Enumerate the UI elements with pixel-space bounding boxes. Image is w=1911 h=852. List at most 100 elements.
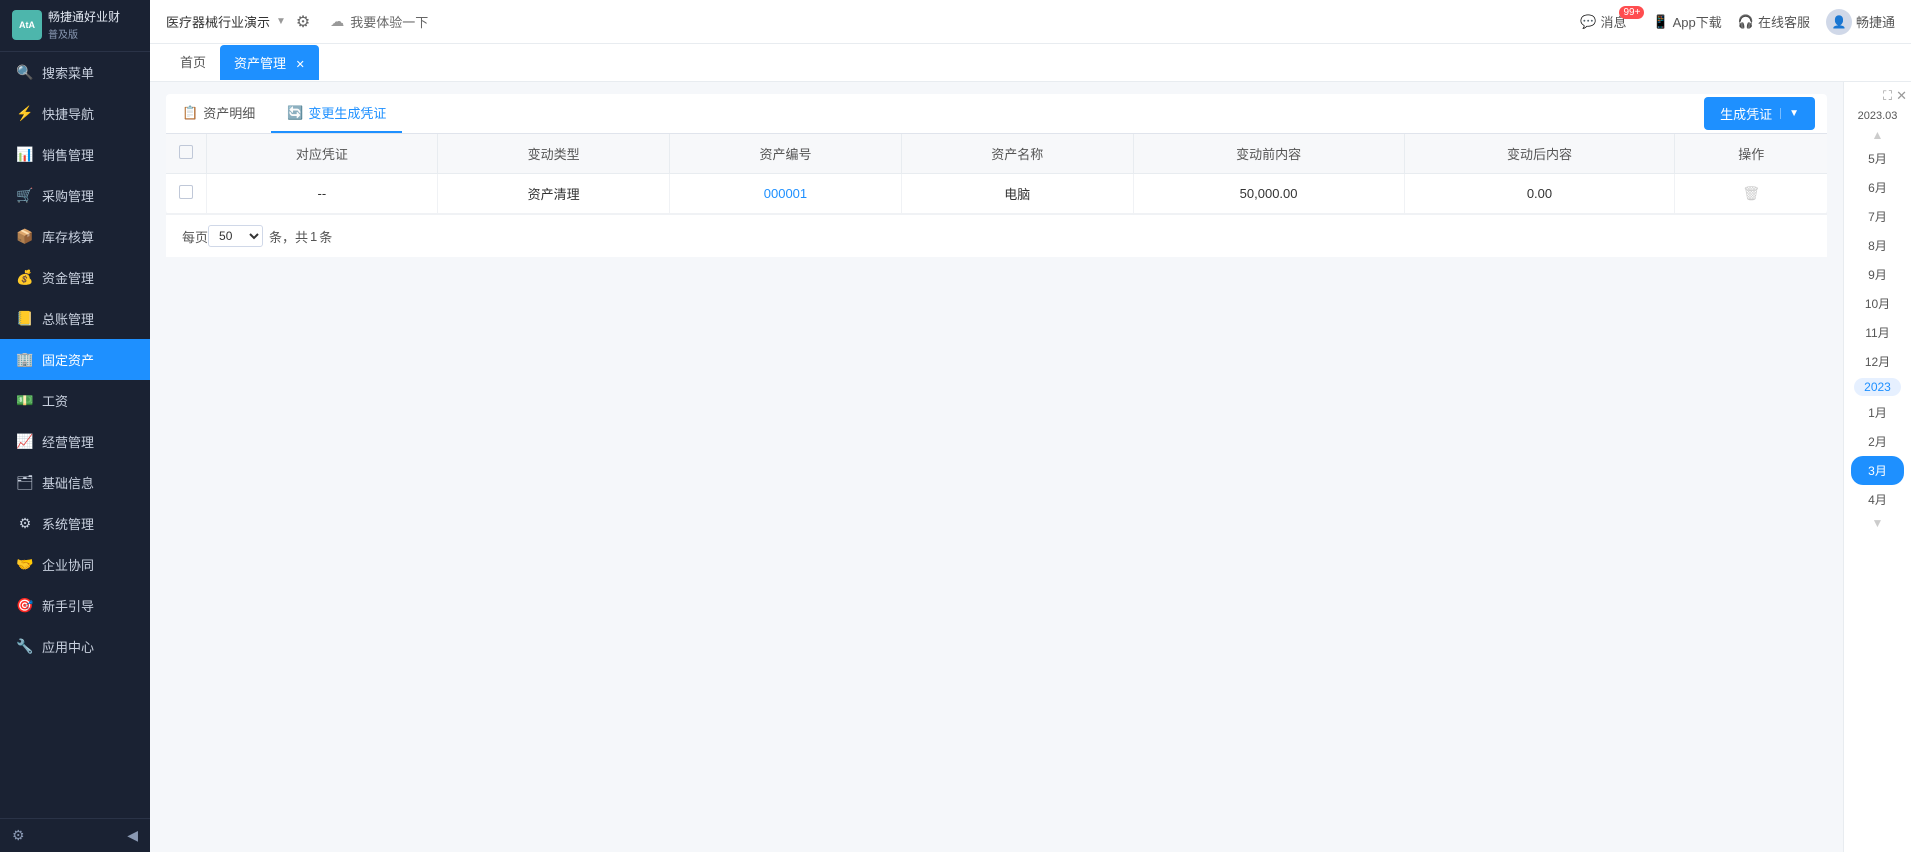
calendar-month-10[interactable]: 10月 [1844,289,1911,318]
calendar-month-5[interactable]: 5月 [1844,144,1911,173]
calendar-month-11[interactable]: 11月 [1844,318,1911,347]
calendar-month-1[interactable]: 1月 [1844,398,1911,427]
sidebar-item-label: 企业协同 [42,555,94,574]
experience-btn[interactable]: ☁ 我要体验一下 [330,12,428,31]
inner-tab-bar: 📋 资产明细 🔄 变更生成凭证 生成凭证 ▼ [166,94,1827,134]
generate-voucher-dropdown-icon[interactable]: ▼ [1780,108,1799,119]
row-voucher: -- [206,174,438,214]
sales-icon: 📊 [16,145,34,163]
tab-change-voucher[interactable]: 🔄 变更生成凭证 [271,94,402,133]
asset-panel: 📋 资产明细 🔄 变更生成凭证 生成凭证 ▼ [166,94,1827,257]
guide-icon: 🎯 [16,596,34,614]
tab-nav: 首页 资产管理 ✕ [150,44,1911,82]
calendar-month-6[interactable]: 6月 [1844,173,1911,202]
content-main: 📋 资产明细 🔄 变更生成凭证 生成凭证 ▼ [150,82,1843,852]
calendar-month-3-current[interactable]: 3月 [1851,456,1905,485]
generate-voucher-button[interactable]: 生成凭证 ▼ [1704,97,1815,130]
row-checkbox[interactable] [179,185,193,199]
sidebar-item-fixed-assets[interactable]: 🏢 固定资产 [0,339,150,380]
sidebar-item-operations[interactable]: 📈 经营管理 [0,421,150,462]
online-service-icon: 🎧 [1738,14,1754,30]
select-all-checkbox[interactable] [179,145,193,159]
tab-asset-management-label: 资产管理 [234,56,286,71]
calendar-scroll-up[interactable]: ▲ [1844,126,1911,144]
generate-voucher-label: 生成凭证 [1720,104,1772,123]
logo-edition: 普及版 [48,26,120,41]
messages-badge: 99+ [1619,6,1644,19]
search-icon: 🔍 [16,63,34,81]
sidebar-item-label: 基础信息 [42,473,94,492]
col-asset-code: 资产编号 [670,134,902,174]
calendar-month-9[interactable]: 9月 [1844,260,1911,289]
delete-icon[interactable]: 🗑 [1742,185,1760,201]
sidebar-item-payroll[interactable]: 💵 工资 [0,380,150,421]
sidebar-scroll: 🔍 搜索菜单 ⚡ 快捷导航 📊 销售管理 🛒 采购管理 📦 库存核算 💰 资金管… [0,52,150,818]
calendar-expand-icon[interactable]: ⛶ [1883,88,1892,104]
asset-detail-label: 资产明细 [203,103,255,122]
sidebar-item-label: 资金管理 [42,268,94,287]
inventory-icon: 📦 [16,227,34,245]
operations-icon: 📈 [16,432,34,450]
tab-asset-detail[interactable]: 📋 资产明细 [166,94,271,133]
collapse-sidebar-icon[interactable]: ◀ [127,827,138,844]
main-area: 医疗器械行业演示 ▼ ⚙ ☁ 我要体验一下 💬 消息 99+ 📱 App下载 🎧… [150,0,1911,852]
select-all-header[interactable] [166,134,206,174]
total-suffix: 条 [319,227,332,246]
calendar-month-7[interactable]: 7月 [1844,202,1911,231]
tab-asset-management[interactable]: 资产管理 ✕ [220,45,319,80]
tab-home-label: 首页 [180,55,206,70]
sidebar-item-label: 固定资产 [42,350,94,369]
pagination: 每页 50 10 20 100 条，共 1 条 [166,214,1827,257]
sidebar-item-app-center[interactable]: 🔧 应用中心 [0,626,150,667]
sidebar-item-label: 快捷导航 [42,104,94,123]
app-download-btn[interactable]: 📱 App下载 [1652,12,1721,31]
sidebar-logo: AtA 畅捷通好业财 普及版 [0,0,150,52]
change-voucher-icon: 🔄 [287,105,303,121]
sidebar-item-system[interactable]: ⚙ 系统管理 [0,503,150,544]
row-operation[interactable]: 🗑 [1675,174,1827,214]
assets-table: 对应凭证 变动类型 资产编号 资产名称 [166,134,1827,214]
table-container: 对应凭证 变动类型 资产编号 资产名称 [166,134,1827,214]
calendar-month-2[interactable]: 2月 [1844,427,1911,456]
calendar-month-4[interactable]: 4月 [1844,485,1911,514]
col-after-value: 变动后内容 [1404,134,1675,174]
row-select-cell[interactable] [166,174,206,214]
sidebar-item-ledger[interactable]: 📒 总账管理 [0,298,150,339]
experience-icon: ☁ [330,13,344,30]
company-selector[interactable]: 医疗器械行业演示 ▼ [166,12,286,31]
topbar-gear-icon[interactable]: ⚙ [296,12,310,32]
col-voucher: 对应凭证 [206,134,438,174]
sidebar-item-inventory[interactable]: 📦 库存核算 [0,216,150,257]
row-asset-code[interactable]: 000001 [670,174,902,214]
sidebar-item-purchase[interactable]: 🛒 采购管理 [0,175,150,216]
sidebar-item-search[interactable]: 🔍 搜索菜单 [0,52,150,93]
calendar-year-2023[interactable]: 2023 [1844,376,1911,398]
col-before-value: 变动前内容 [1133,134,1404,174]
online-service-btn[interactable]: 🎧 在线客服 [1738,12,1810,31]
app-center-icon: 🔧 [16,637,34,655]
payroll-icon: 💵 [16,391,34,409]
quick-nav-icon: ⚡ [16,104,34,122]
sidebar-item-sales[interactable]: 📊 销售管理 [0,134,150,175]
user-label: 畅捷通 [1856,12,1895,31]
calendar-month-12[interactable]: 12月 [1844,347,1911,376]
basic-info-icon: 🗂 [16,473,34,491]
sidebar-item-guide[interactable]: 🎯 新手引导 [0,585,150,626]
calendar-month-8[interactable]: 8月 [1844,231,1911,260]
company-name: 医疗器械行业演示 [166,12,270,31]
messages-btn[interactable]: 💬 消息 99+ [1580,12,1636,31]
sidebar-item-label: 销售管理 [42,145,94,164]
calendar-scroll-down[interactable]: ▼ [1844,514,1911,532]
tab-home[interactable]: 首页 [166,44,220,81]
settings-icon[interactable]: ⚙ [12,827,25,844]
sidebar-item-quick-nav[interactable]: ⚡ 快捷导航 [0,93,150,134]
system-icon: ⚙ [16,514,34,532]
per-page-select[interactable]: 50 10 20 100 [208,225,263,247]
sidebar-item-basic-info[interactable]: 🗂 基础信息 [0,462,150,503]
user-menu[interactable]: 👤 畅捷通 [1826,9,1895,35]
sidebar-item-label: 经营管理 [42,432,94,451]
tab-close-icon[interactable]: ✕ [296,59,305,71]
sidebar-item-cooperation[interactable]: 🤝 企业协同 [0,544,150,585]
sidebar-item-funds[interactable]: 💰 资金管理 [0,257,150,298]
calendar-close-icon[interactable]: ✕ [1896,88,1907,104]
